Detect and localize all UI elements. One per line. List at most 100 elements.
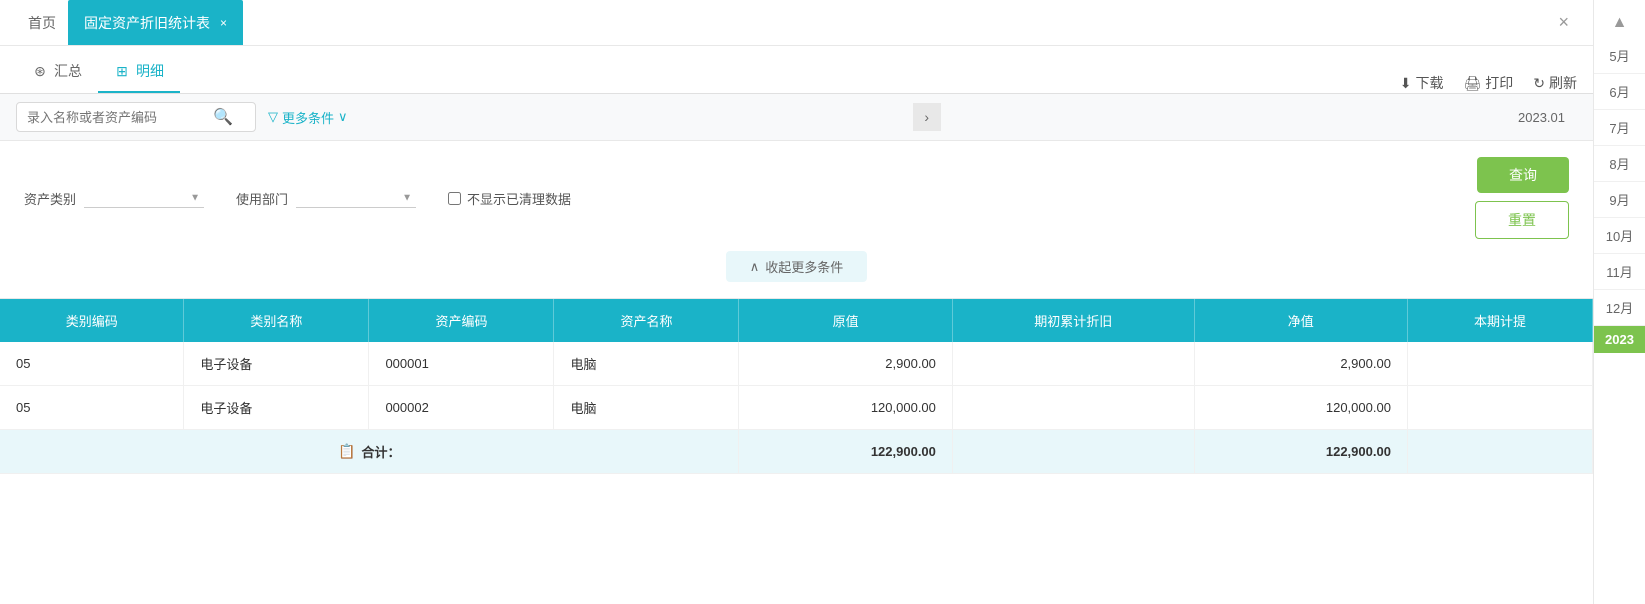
table-total-row: 📋 合计： 122,900.00 122,900.00 (0, 430, 1593, 474)
hide-cleared-filter: 不显示已清理数据 (448, 189, 571, 208)
col-current-depreciation: 本期计提 (1407, 299, 1592, 342)
table-row[interactable]: 05 电子设备 000002 电脑 120,000.00 120,000.00 (0, 386, 1593, 430)
month-item-12[interactable]: 12月 (1594, 290, 1645, 326)
reset-button[interactable]: 重置 (1475, 201, 1569, 239)
cell-original-value: 2,900.00 (739, 342, 952, 386)
year-badge: 2023 (1594, 326, 1645, 353)
total-net-value: 122,900.00 (1194, 430, 1407, 474)
sub-tabs: ⊛ 汇总 ⊞ 明细 ⬇ 下载 🖨 打印 ↻ 刷新 (0, 46, 1593, 94)
nav-tab-close-icon[interactable]: × (220, 16, 227, 30)
department-filter: 使用部门 (236, 188, 416, 208)
data-table: 类别编码 类别名称 资产编码 资产名称 原值 期初累计折旧 净值 本期计提 05… (0, 299, 1593, 474)
total-original-value: 122,900.00 (739, 430, 952, 474)
refresh-icon: ↻ (1533, 75, 1545, 92)
cell-asset-code: 000002 (369, 386, 554, 430)
cell-net-value: 2,900.00 (1194, 342, 1407, 386)
cell-category-code: 05 (0, 342, 184, 386)
total-label-text: 合计： (361, 442, 400, 461)
top-nav: 首页 固定资产折旧统计表 × × (0, 0, 1593, 46)
month-item-8[interactable]: 8月 (1594, 146, 1645, 182)
filter-area: 资产类别 使用部门 不显示已清理数据 (0, 141, 1593, 299)
refresh-button[interactable]: ↻ 刷新 (1533, 73, 1577, 93)
download-label: 下载 (1415, 73, 1443, 93)
cell-category-code: 05 (0, 386, 184, 430)
print-icon: 🖨 (1463, 75, 1481, 92)
tab-summary[interactable]: ⊛ 汇总 (16, 51, 98, 93)
col-asset-code: 资产编码 (369, 299, 554, 342)
col-category-name: 类别名称 (184, 299, 369, 342)
search-bar: 🔍 ▽ 更多条件 ∨ › 2023.01 (0, 94, 1593, 141)
month-item-9[interactable]: 9月 (1594, 182, 1645, 218)
department-select-wrap[interactable] (296, 188, 416, 208)
cell-asset-name: 电脑 (554, 342, 739, 386)
nav-home[interactable]: 首页 (16, 13, 68, 33)
cell-asset-code: 000001 (369, 342, 554, 386)
cell-category-name: 电子设备 (184, 386, 369, 430)
table-header-row: 类别编码 类别名称 资产编码 资产名称 原值 期初累计折旧 净值 本期计提 (0, 299, 1593, 342)
hide-cleared-checkbox[interactable] (448, 192, 461, 205)
download-button[interactable]: ⬇ 下载 (1400, 73, 1444, 93)
detail-icon: ⊞ (114, 63, 130, 79)
department-select[interactable] (296, 188, 416, 208)
month-item-7[interactable]: 7月 (1594, 110, 1645, 146)
hide-cleared-label: 不显示已清理数据 (467, 189, 571, 208)
collapse-label: 收起更多条件 (765, 257, 843, 276)
month-item-11[interactable]: 11月 (1594, 254, 1645, 290)
tab-detail-label: 明细 (136, 61, 164, 81)
month-item-5[interactable]: 5月 (1594, 38, 1645, 74)
col-original-value: 原值 (739, 299, 952, 342)
tab-summary-label: 汇总 (54, 61, 82, 81)
date-display: 2023.01 (1506, 110, 1577, 125)
sidebar-up-arrow[interactable]: ▲ (1594, 8, 1645, 38)
right-sidebar: ▲ 5月 6月 7月 8月 9月 10月 11月 12月 2023 (1593, 0, 1645, 604)
tab-detail[interactable]: ⊞ 明细 (98, 51, 180, 93)
cell-original-value: 120,000.00 (739, 386, 952, 430)
cell-net-value: 120,000.00 (1194, 386, 1407, 430)
nav-tab-label: 固定资产折旧统计表 (84, 13, 210, 33)
month-item-6[interactable]: 6月 (1594, 74, 1645, 110)
chevron-right-icon: › (924, 109, 929, 125)
search-icon: 🔍 (213, 107, 233, 127)
search-input[interactable] (27, 110, 207, 125)
col-asset-name: 资产名称 (554, 299, 739, 342)
cell-category-name: 电子设备 (184, 342, 369, 386)
panel-toggle-button[interactable]: › (913, 103, 941, 131)
asset-category-filter: 资产类别 (24, 188, 204, 208)
print-label: 打印 (1485, 73, 1513, 93)
asset-category-label: 资产类别 (24, 189, 76, 208)
more-conditions-label: 更多条件 (282, 108, 334, 127)
cell-accumulated-dep (952, 342, 1194, 386)
query-button[interactable]: 查询 (1477, 157, 1569, 193)
summary-icon: ⊛ (32, 63, 48, 79)
table-row[interactable]: 05 电子设备 000001 电脑 2,900.00 2,900.00 (0, 342, 1593, 386)
col-accumulated-depreciation: 期初累计折旧 (952, 299, 1194, 342)
window-close-button[interactable]: × (1550, 12, 1577, 33)
cell-current-dep (1407, 342, 1592, 386)
total-current-dep (1407, 430, 1592, 474)
total-icon: 📋 (338, 443, 355, 460)
toolbar-right: ⬇ 下载 🖨 打印 ↻ 刷新 (1400, 73, 1577, 93)
filter-icon: ▽ (268, 109, 278, 125)
col-category-code: 类别编码 (0, 299, 184, 342)
col-net-value: 净值 (1194, 299, 1407, 342)
cell-current-dep (1407, 386, 1592, 430)
cell-asset-name: 电脑 (554, 386, 739, 430)
asset-category-select[interactable] (84, 188, 204, 208)
cell-accumulated-dep (952, 386, 1194, 430)
filter-actions: 查询 重置 (1475, 157, 1569, 239)
more-conditions-button[interactable]: ▽ 更多条件 ∨ (268, 108, 348, 127)
table-wrap: 类别编码 类别名称 资产编码 资产名称 原值 期初累计折旧 净值 本期计提 05… (0, 299, 1593, 604)
collapse-button[interactable]: ∧ 收起更多条件 (726, 251, 868, 282)
month-item-10[interactable]: 10月 (1594, 218, 1645, 254)
asset-category-select-wrap[interactable] (84, 188, 204, 208)
total-accumulated-dep (952, 430, 1194, 474)
total-label-cell: 📋 合计： (0, 430, 739, 474)
search-input-wrap[interactable]: 🔍 (16, 102, 256, 132)
collapse-icon: ∧ (750, 259, 760, 275)
chevron-down-icon: ∨ (338, 109, 348, 125)
download-icon: ⬇ (1400, 75, 1412, 92)
refresh-label: 刷新 (1549, 73, 1577, 93)
filter-row-1: 资产类别 使用部门 不显示已清理数据 (24, 157, 1569, 239)
print-button[interactable]: 🖨 打印 (1463, 73, 1513, 93)
nav-tab[interactable]: 固定资产折旧统计表 × (68, 0, 243, 45)
